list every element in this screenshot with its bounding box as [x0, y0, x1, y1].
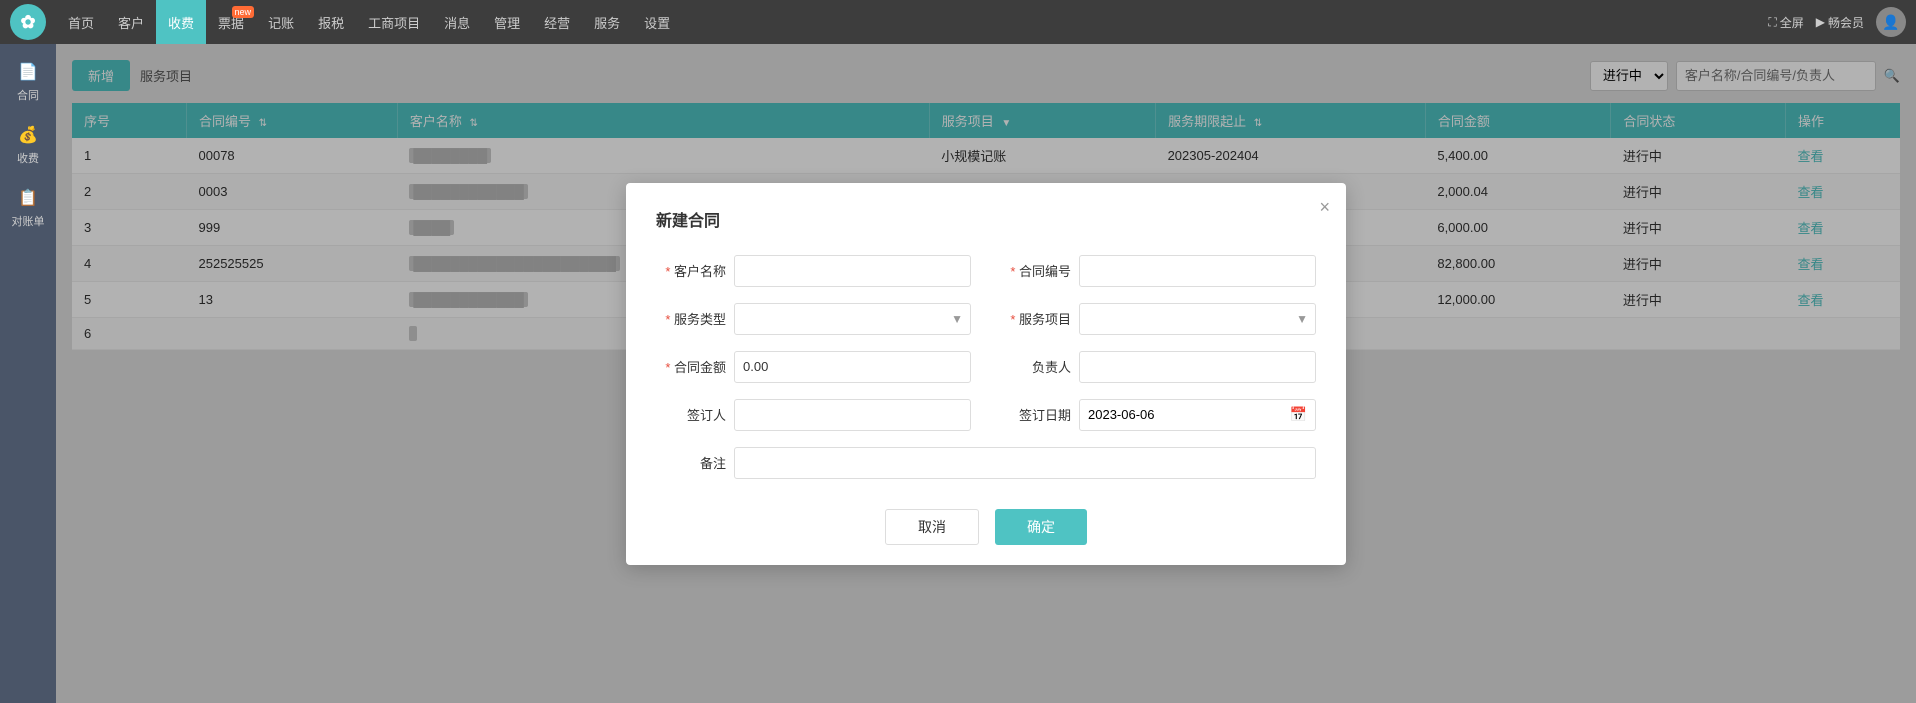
- contract-icon: 📄: [16, 60, 40, 84]
- sidebar-item-reconcile[interactable]: 📋 对账单: [3, 178, 53, 237]
- sign-date-wrap[interactable]: 📅: [1079, 399, 1316, 431]
- nav-home[interactable]: 首页: [56, 0, 106, 44]
- nav-client[interactable]: 客户: [106, 0, 156, 44]
- nav-fee[interactable]: 收费: [156, 0, 206, 44]
- nav-tax[interactable]: 报税: [306, 0, 356, 44]
- client-label: 客户名称: [656, 261, 726, 280]
- modal-new-contract: × 新建合同 客户名称 合同编号 服务类型: [626, 183, 1346, 565]
- nav-message[interactable]: 消息: [432, 0, 482, 44]
- form-grid: 客户名称 合同编号 服务类型 ▼: [656, 255, 1316, 479]
- nav-manage[interactable]: 管理: [482, 0, 532, 44]
- modal-title: 新建合同: [656, 207, 1316, 231]
- service-type-wrap: ▼: [734, 303, 971, 335]
- sidebar-item-fee[interactable]: 💰 收费: [3, 115, 53, 174]
- sidebar-item-contract[interactable]: 📄 合同: [3, 52, 53, 111]
- field-signer: 签订人: [656, 399, 971, 431]
- signer-label: 签订人: [656, 405, 726, 424]
- field-remark: 备注: [656, 447, 1316, 479]
- play-icon: ▶: [1816, 15, 1825, 29]
- sign-date-input[interactable]: [1088, 407, 1286, 422]
- avatar[interactable]: 👤: [1876, 7, 1906, 37]
- service-type-select[interactable]: [734, 303, 971, 335]
- nav-service[interactable]: 服务: [582, 0, 632, 44]
- field-amount: 合同金额: [656, 351, 971, 383]
- calendar-icon[interactable]: 📅: [1290, 406, 1307, 423]
- signer-input[interactable]: [734, 399, 971, 431]
- contract-no-input[interactable]: [1079, 255, 1316, 287]
- nav-settings[interactable]: 设置: [632, 0, 682, 44]
- logo: ✿: [10, 4, 46, 40]
- top-nav: ✿ 首页 客户 收费 票据 new 记账 报税 工商项目 消息 管理 经营 服务…: [0, 0, 1916, 44]
- nav-account[interactable]: 记账: [256, 0, 306, 44]
- modal-footer: 取消 确定: [656, 509, 1316, 545]
- confirm-button[interactable]: 确定: [995, 509, 1087, 545]
- nav-items: 首页 客户 收费 票据 new 记账 报税 工商项目 消息 管理 经营 服务 设…: [56, 0, 1768, 44]
- client-input[interactable]: [734, 255, 971, 287]
- fullscreen-btn[interactable]: ⛶ 全屏: [1768, 14, 1803, 31]
- contract-no-label: 合同编号: [1001, 261, 1071, 280]
- field-contract-no: 合同编号: [1001, 255, 1316, 287]
- service-item-wrap: ▼: [1079, 303, 1316, 335]
- sign-date-label: 签订日期: [1001, 405, 1071, 424]
- content-area: 新增 服务项目 进行中 已完成 已终止 🔍 序号 合同编号 ⇅ 客户名称 ⇅ 服…: [56, 44, 1916, 703]
- modal-close-button[interactable]: ×: [1319, 197, 1330, 218]
- fee-icon: 💰: [16, 123, 40, 147]
- service-type-label: 服务类型: [656, 309, 726, 328]
- fullscreen-icon: ⛶: [1768, 15, 1776, 30]
- service-item-label: 服务项目: [1001, 309, 1071, 328]
- field-sign-date: 签订日期 📅: [1001, 399, 1316, 431]
- field-service-item: 服务项目 ▼: [1001, 303, 1316, 335]
- modal-overlay: × 新建合同 客户名称 合同编号 服务类型: [56, 44, 1916, 703]
- field-responsible: 负责人: [1001, 351, 1316, 383]
- cancel-button[interactable]: 取消: [885, 509, 979, 545]
- remark-input[interactable]: [734, 447, 1316, 479]
- field-service-type: 服务类型 ▼: [656, 303, 971, 335]
- nav-bill[interactable]: 票据 new: [206, 0, 256, 44]
- main-layout: 📄 合同 💰 收费 📋 对账单 新增 服务项目 进行中 已完成 已终止 🔍: [0, 44, 1916, 703]
- amount-input[interactable]: [734, 351, 971, 383]
- member-btn[interactable]: ▶ 畅会员: [1816, 14, 1864, 31]
- field-client: 客户名称: [656, 255, 971, 287]
- left-sidebar: 📄 合同 💰 收费 📋 对账单: [0, 44, 56, 703]
- service-item-select[interactable]: [1079, 303, 1316, 335]
- new-badge: new: [232, 6, 255, 18]
- amount-label: 合同金额: [656, 357, 726, 376]
- reconcile-icon: 📋: [16, 186, 40, 210]
- nav-right: ⛶ 全屏 ▶ 畅会员 👤: [1768, 7, 1906, 37]
- nav-business[interactable]: 经营: [532, 0, 582, 44]
- nav-industry[interactable]: 工商项目: [356, 0, 432, 44]
- responsible-input[interactable]: [1079, 351, 1316, 383]
- responsible-label: 负责人: [1001, 357, 1071, 376]
- remark-label: 备注: [656, 453, 726, 472]
